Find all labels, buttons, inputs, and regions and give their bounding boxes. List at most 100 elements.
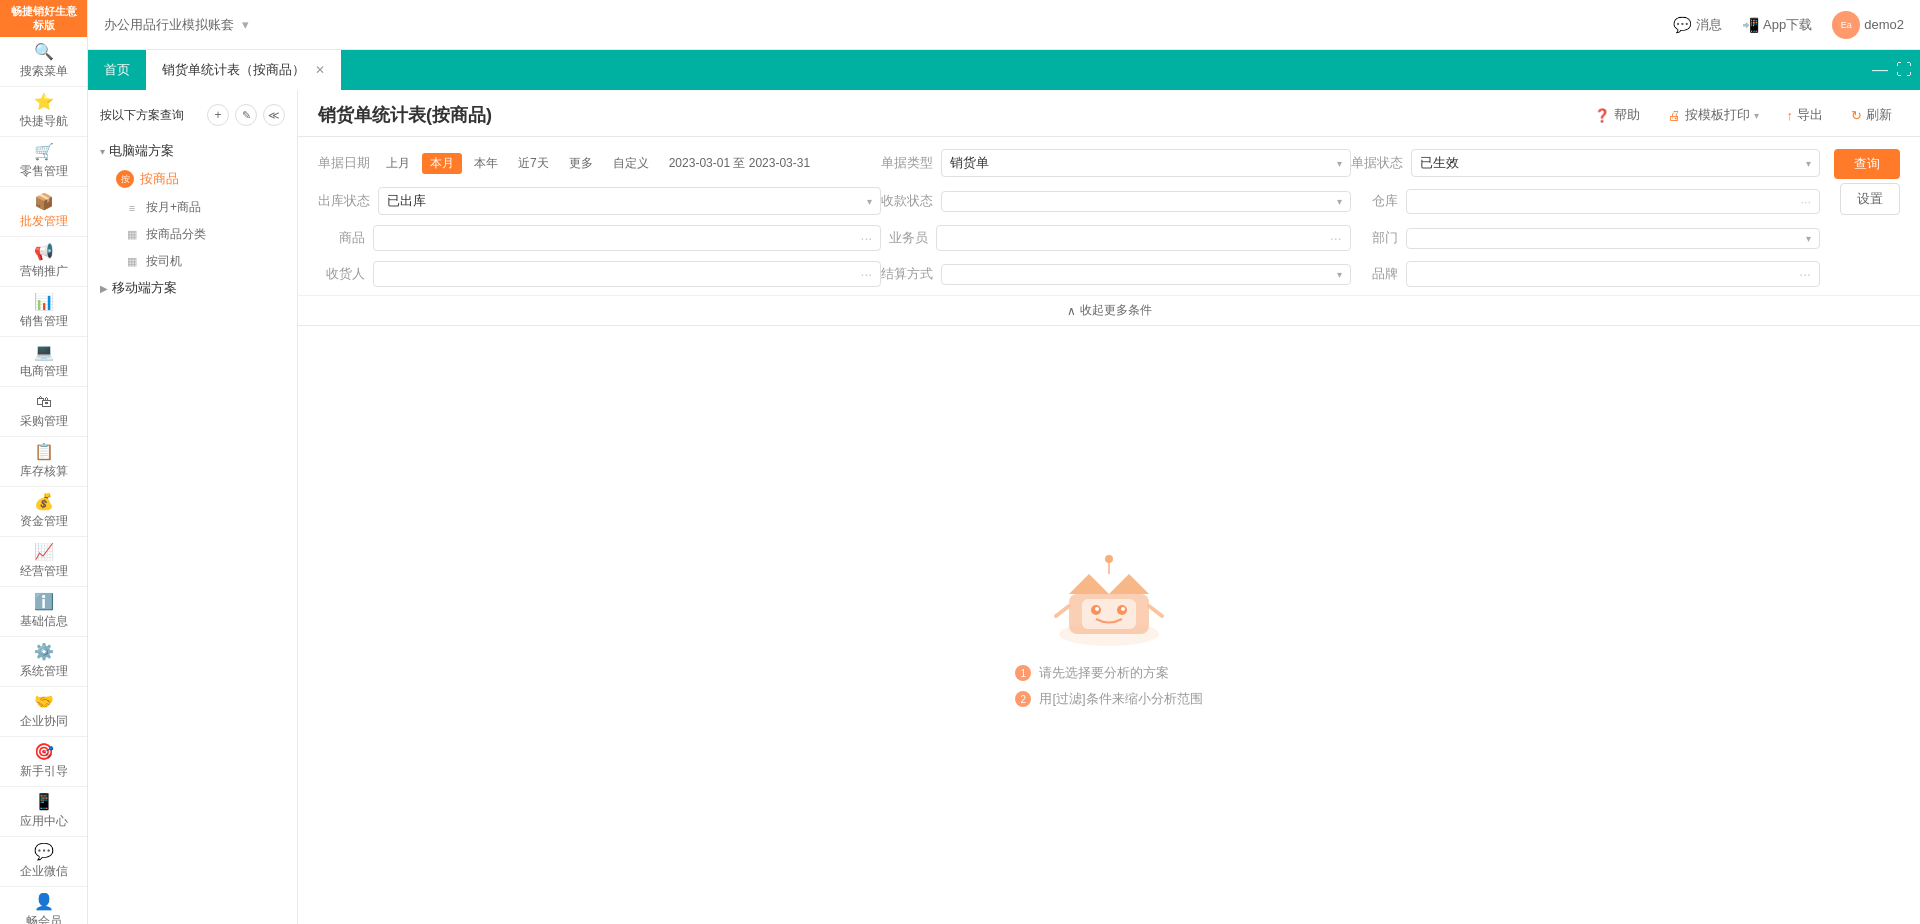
print-btn[interactable]: 🖨 按模板打印 ▾: [1660, 102, 1767, 128]
date-tab-this-year[interactable]: 本年: [466, 153, 506, 174]
mobile-group-label: 移动端方案: [112, 279, 177, 297]
sidebar-item-purchase[interactable]: 🛍 采购管理: [0, 387, 87, 437]
help-icon: ❓: [1594, 108, 1610, 123]
left-panel-title: 按以下方案查询: [100, 107, 184, 124]
sidebar-item-retail[interactable]: 🛒 零售管理: [0, 137, 87, 187]
sidebar-item-system[interactable]: ⚙️ 系统管理: [0, 637, 87, 687]
department-select[interactable]: ▾: [1406, 228, 1820, 249]
print-dropdown-arrow[interactable]: ▾: [1754, 110, 1759, 121]
sidebar-item-finance[interactable]: 💰 资金管理: [0, 487, 87, 537]
left-panel-header: 按以下方案查询 + ✎ ≪: [88, 100, 297, 134]
sidebar-item-operations[interactable]: 📈 经营管理: [0, 537, 87, 587]
out-status-select[interactable]: 已出库 ▾: [378, 187, 881, 215]
svg-line-10: [1149, 606, 1162, 616]
date-tab-last-month[interactable]: 上月: [378, 153, 418, 174]
sidebar-item-member[interactable]: 👤 畅会员: [0, 887, 87, 924]
tab-maximize-btn[interactable]: ⛶: [1896, 61, 1912, 79]
sidebar-item-wechat[interactable]: 💬 企业微信: [0, 837, 87, 887]
collapse-bar[interactable]: ∧ 收起更多条件: [298, 295, 1920, 325]
tab-minimize-btn[interactable]: —: [1872, 61, 1888, 79]
warehouse-input[interactable]: ···: [1406, 189, 1820, 214]
desktop-scheme-group[interactable]: ▾ 电脑端方案: [88, 138, 297, 164]
filter-row-2: 出库状态 已出库 ▾ 收款状态 ▾: [318, 187, 1820, 215]
brand-dots[interactable]: ···: [1799, 266, 1811, 282]
by-goods-label: 按商品: [140, 170, 179, 188]
add-scheme-btn[interactable]: +: [207, 104, 229, 126]
tip-num-1: 1: [1015, 665, 1031, 681]
sidebar-item-newbie[interactable]: 🎯 新手引导: [0, 737, 87, 787]
app-logo: 畅捷销好生意 标版: [0, 0, 87, 37]
tree-item-by-goods[interactable]: 按 按商品: [88, 164, 297, 194]
sidebar-item-quick-nav[interactable]: ⭐ 快捷导航: [0, 87, 87, 137]
edit-scheme-btn[interactable]: ✎: [235, 104, 257, 126]
message-btn[interactable]: 💬 消息: [1673, 16, 1722, 34]
brand-input[interactable]: ···: [1406, 261, 1820, 287]
empty-text-list: 1 请先选择要分析的方案 2 用[过滤]条件来缩小分析范围: [1015, 664, 1202, 716]
query-button[interactable]: 查询: [1834, 149, 1900, 179]
sidebar-item-label: 库存核算: [20, 463, 68, 480]
user-profile-btn[interactable]: Ea demo2: [1832, 11, 1904, 39]
tree-item-by-month-goods[interactable]: ≡ 按月+商品: [88, 194, 297, 221]
department-chevron: ▾: [1806, 233, 1811, 244]
tab-sales-stat[interactable]: 销货单统计表（按商品） ✕: [146, 50, 341, 90]
by-goods-icon: 按: [116, 170, 134, 188]
warehouse-dots[interactable]: ···: [1800, 194, 1811, 209]
sidebar-item-basics[interactable]: ℹ️ 基础信息: [0, 587, 87, 637]
purchase-icon: 🛍: [36, 393, 52, 411]
download-icon: 📲: [1742, 17, 1759, 33]
date-label: 单据日期: [318, 154, 378, 172]
filter-col-brand: 品牌 ···: [1351, 261, 1820, 287]
date-tab-7days[interactable]: 近7天: [510, 153, 557, 174]
receiver-input[interactable]: ···: [373, 261, 881, 287]
refresh-btn[interactable]: ↻ 刷新: [1843, 102, 1900, 128]
page-header: 销货单统计表(按商品) ❓ 帮助 🖨 按模板打印 ▾ ↑ 导出: [298, 90, 1920, 137]
sidebar-item-label: 批发管理: [20, 213, 68, 230]
out-status-chevron: ▾: [867, 196, 872, 207]
date-tab-this-month[interactable]: 本月: [422, 153, 462, 174]
sidebar-item-ecommerce[interactable]: 💻 电商管理: [0, 337, 87, 387]
sidebar-item-inventory[interactable]: 📋 库存核算: [0, 437, 87, 487]
collapse-label: 收起更多条件: [1080, 302, 1152, 319]
goods-dots[interactable]: ···: [861, 230, 873, 246]
sidebar-item-enterprise[interactable]: 🤝 企业协同: [0, 687, 87, 737]
goods-input[interactable]: ···: [373, 225, 881, 251]
tab-close-icon[interactable]: ✕: [315, 63, 325, 77]
refresh-icon: ↻: [1851, 108, 1862, 123]
ecommerce-icon: 💻: [34, 342, 54, 361]
salesperson-dots[interactable]: ···: [1330, 230, 1342, 246]
settlement-select[interactable]: ▾: [941, 264, 1350, 285]
tree-item-by-goods-category[interactable]: ▦ 按商品分类: [88, 221, 297, 248]
sidebar-item-sales[interactable]: 📊 销售管理: [0, 287, 87, 337]
expand-arrow: ▾: [100, 146, 105, 157]
filter-row-1: 单据日期 上月 本月 本年 近7天 更多 自定义 2023-03-01 至 20…: [318, 149, 1820, 177]
export-btn[interactable]: ↑ 导出: [1779, 102, 1832, 128]
sidebar-item-marketing[interactable]: 📢 营销推广: [0, 237, 87, 287]
sidebar-item-wholesale[interactable]: 📦 批发管理: [0, 187, 87, 237]
filter-col-payment-status: 收款状态 ▾: [881, 191, 1350, 212]
date-tab-more[interactable]: 更多: [561, 153, 601, 174]
sidebar-item-label: 企业微信: [20, 863, 68, 880]
sidebar-item-app-center[interactable]: 📱 应用中心: [0, 787, 87, 837]
date-range-value: 2023-03-01 至 2023-03-31: [669, 155, 810, 172]
mobile-scheme-group[interactable]: ▶ 移动端方案: [88, 275, 297, 301]
date-tab-custom[interactable]: 自定义: [605, 153, 657, 174]
bill-type-select[interactable]: 销货单 ▾: [941, 149, 1350, 177]
bill-status-value: 已生效: [1420, 154, 1459, 172]
sidebar-item-search[interactable]: 🔍 搜索菜单: [0, 37, 87, 87]
bill-status-select[interactable]: 已生效 ▾: [1411, 149, 1820, 177]
industry-dropdown-arrow[interactable]: ▾: [242, 17, 249, 32]
marketing-icon: 📢: [34, 242, 54, 261]
tree-item-by-cashier[interactable]: ▦ 按司机: [88, 248, 297, 275]
app-download-btn[interactable]: 📲 App下载: [1742, 16, 1812, 34]
payment-status-select[interactable]: ▾: [941, 191, 1350, 212]
help-btn[interactable]: ❓ 帮助: [1586, 102, 1648, 128]
tab-home[interactable]: 首页: [88, 50, 146, 90]
settings-button[interactable]: 设置: [1840, 183, 1900, 215]
collapse-panel-btn[interactable]: ≪: [263, 104, 285, 126]
top-header: 办公用品行业模拟账套 ▾ 💬 消息 📲 App下载 Ea demo2: [88, 0, 1920, 50]
salesperson-input[interactable]: ···: [936, 225, 1350, 251]
receiver-dots[interactable]: ···: [861, 266, 873, 282]
edit-icon: ✎: [242, 109, 251, 122]
by-goods-category-label: 按商品分类: [146, 226, 206, 243]
member-icon: 👤: [34, 892, 54, 911]
